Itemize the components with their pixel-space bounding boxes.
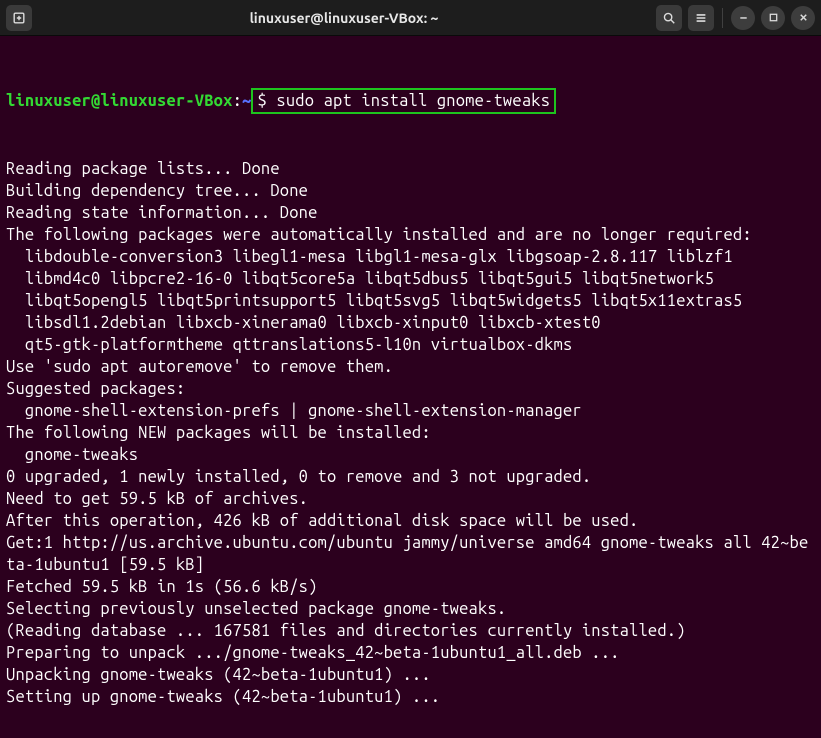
output-line: Preparing to unpack .../gnome-tweaks_42~… <box>6 642 815 664</box>
output-line: After this operation, 426 kB of addition… <box>6 510 815 532</box>
output-line: (Reading database ... 167581 files and d… <box>6 620 815 642</box>
output-line: libmd4c0 libpcre2-16-0 libqt5core5a libq… <box>6 268 815 290</box>
output-line: libdouble-conversion3 libegl1-mesa libgl… <box>6 246 815 268</box>
output-line: Unpacking gnome-tweaks (42~beta-1ubuntu1… <box>6 664 815 686</box>
entered-command: sudo apt install gnome-tweaks <box>276 92 550 110</box>
output-line: gnome-shell-extension-prefs | gnome-shel… <box>6 400 815 422</box>
output-line: Need to get 59.5 kB of archives. <box>6 488 815 510</box>
output-line: Building dependency tree... Done <box>6 180 815 202</box>
output-line: Selecting previously unselected package … <box>6 598 815 620</box>
output-line: The following packages were automaticall… <box>6 224 815 246</box>
menu-button[interactable] <box>688 5 714 31</box>
output-line: libqt5opengl5 libqt5printsupport5 libqt5… <box>6 290 815 312</box>
close-button[interactable] <box>791 6 815 30</box>
output-line: Reading state information... Done <box>6 202 815 224</box>
titlebar-right <box>656 5 815 31</box>
output-line: Suggested packages: <box>6 378 815 400</box>
output-line: qt5-gtk-platformtheme qttranslations5-l1… <box>6 334 815 356</box>
titlebar-left <box>6 5 32 31</box>
output-line: 0 upgraded, 1 newly installed, 0 to remo… <box>6 466 815 488</box>
output-line: Setting up gnome-tweaks (42~beta-1ubuntu… <box>6 686 815 708</box>
output-line: libsdl1.2debian libxcb-xinerama0 libxcb-… <box>6 312 815 334</box>
prompt-user-host: linuxuser@linuxuser-VBox <box>6 92 233 110</box>
prompt-colon: : <box>233 92 242 110</box>
search-button[interactable] <box>656 5 682 31</box>
minimize-button[interactable] <box>731 6 755 30</box>
command-highlight: $ sudo apt install gnome-tweaks <box>251 88 556 114</box>
output-line: Get:1 http://us.archive.ubuntu.com/ubunt… <box>6 532 815 576</box>
terminal-body[interactable]: linuxuser@linuxuser-VBox:~$ sudo apt ins… <box>0 36 821 738</box>
terminal-output: Reading package lists... DoneBuilding de… <box>6 158 815 708</box>
output-line: Fetched 59.5 kB in 1s (56.6 kB/s) <box>6 576 815 598</box>
window-title: linuxuser@linuxuser-VBox: ~ <box>32 10 656 26</box>
titlebar: linuxuser@linuxuser-VBox: ~ <box>0 0 821 36</box>
prompt-line: linuxuser@linuxuser-VBox:~$ sudo apt ins… <box>6 88 815 114</box>
separator <box>722 8 723 28</box>
prompt-path: ~ <box>242 92 251 110</box>
output-line: Use 'sudo apt autoremove' to remove them… <box>6 356 815 378</box>
prompt-dollar: $ <box>257 92 266 110</box>
output-line: gnome-tweaks <box>6 444 815 466</box>
new-tab-button[interactable] <box>6 5 32 31</box>
output-line: Reading package lists... Done <box>6 158 815 180</box>
output-line: The following NEW packages will be insta… <box>6 422 815 444</box>
maximize-button[interactable] <box>761 6 785 30</box>
